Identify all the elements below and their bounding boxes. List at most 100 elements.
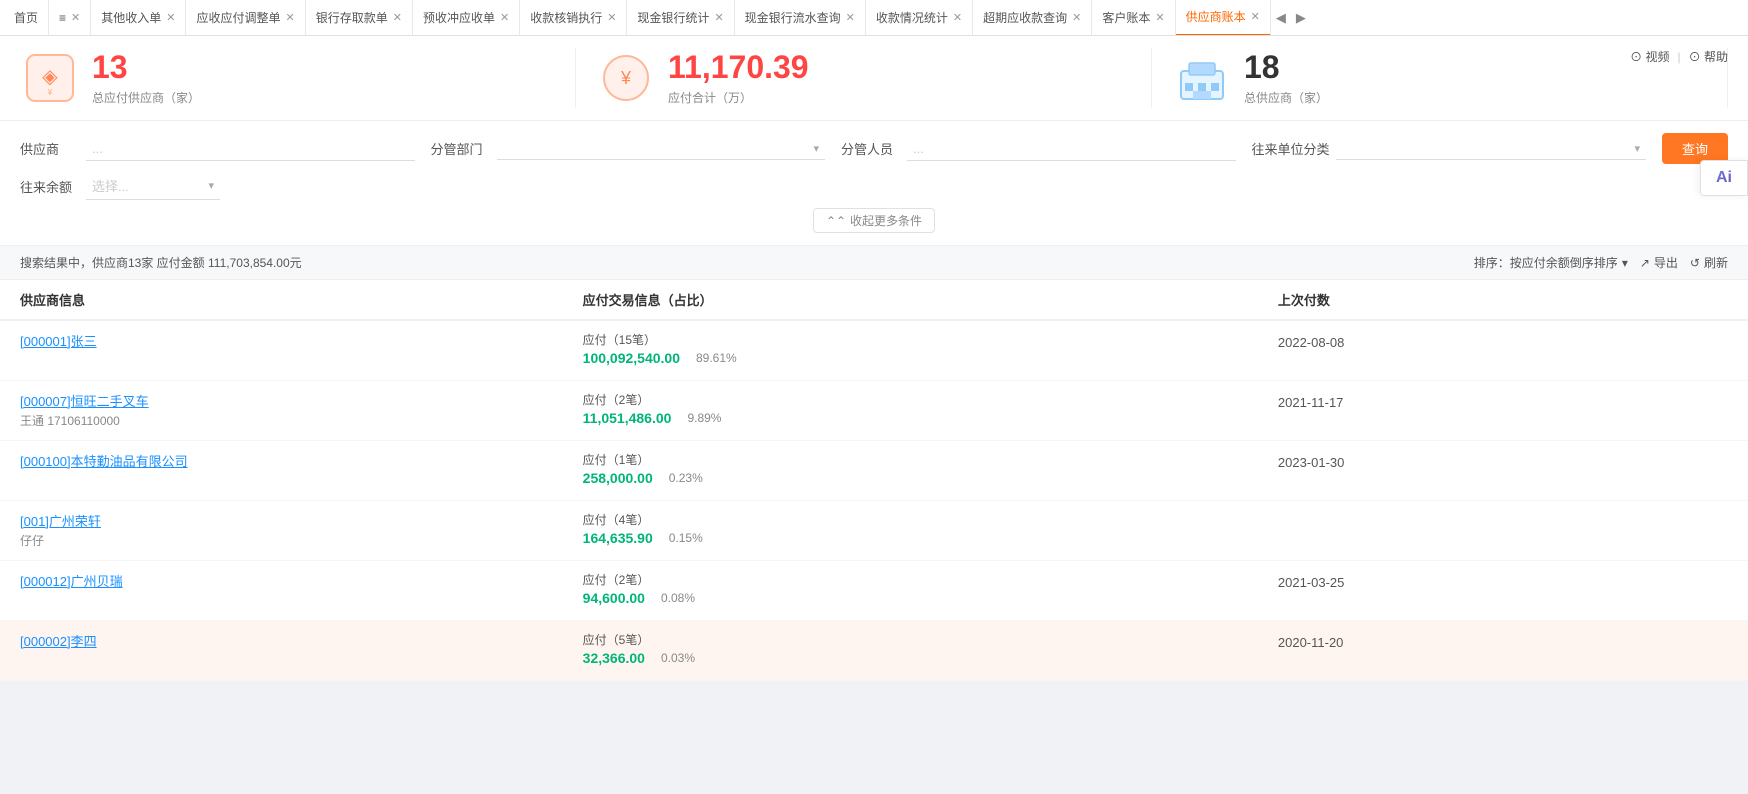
close-icon[interactable]: ✕ [71, 11, 80, 24]
close-icon[interactable]: ✕ [286, 11, 295, 24]
dept-select[interactable]: ▾ [497, 138, 826, 160]
ap-amount-info: 11,170.39 应付合计（万） [668, 50, 809, 106]
help-link[interactable]: ⊙ 帮助 [1689, 48, 1728, 65]
svg-text:¥: ¥ [47, 88, 53, 97]
sort-label: 排序：按应付余额倒序排序 [1474, 254, 1618, 271]
supplier-sub: 仔仔 [20, 532, 583, 549]
close-icon[interactable]: ✕ [607, 11, 616, 24]
balance-select[interactable]: 选择... ▾ [86, 172, 220, 200]
supplier-link[interactable]: [000002]李四 [20, 634, 97, 649]
trans-amount: 258,000.00 [583, 470, 653, 486]
trans-amount: 32,366.00 [583, 650, 645, 666]
transaction-cell: 应付（15笔） 100,092,540.00 89.61% [583, 331, 1258, 366]
svg-text:¥: ¥ [620, 68, 632, 88]
nav-tab-collection-stats[interactable]: 收款情况统计 ✕ [866, 0, 973, 36]
supplier-cell: [000100]本特勤油品有限公司 [20, 451, 583, 470]
trans-pct: 89.61% [696, 351, 737, 365]
ap-amount-icon: ¥ [596, 48, 656, 108]
table-row: [000007]恒旺二手叉车 王通 17106110000 应付（2笔） 11,… [0, 381, 1748, 441]
trans-label: 应付（4笔） [583, 511, 1258, 528]
chevron-down-icon: ▾ [1622, 256, 1628, 270]
supplier-link[interactable]: [000007]恒旺二手叉车 [20, 394, 149, 409]
trans-label: 应付（1笔） [583, 451, 1258, 468]
nav-prev-arrow[interactable]: ◀ [1271, 0, 1291, 36]
filter-unit-type: 往来单位分类 ▾ [1252, 138, 1647, 160]
trans-pct: 0.08% [661, 591, 695, 605]
ap-suppliers-number: 13 [92, 50, 200, 85]
top-nav: 首页 ≡ ✕ 其他收入单 ✕ 应收应付调整单 ✕ 银行存取款单 ✕ 预收冲应收单… [0, 0, 1748, 36]
chevron-down-icon: ▾ [208, 179, 214, 192]
collapse-row: ⌃⌃ 收起更多条件 [20, 208, 1728, 233]
nav-tab-supplier[interactable]: 供应商账本 ✕ [1176, 0, 1271, 36]
trans-label: 应付（2笔） [583, 391, 1258, 408]
video-link[interactable]: ⊙ 视频 [1630, 48, 1669, 65]
refresh-icon: ↺ [1690, 256, 1700, 270]
nav-tab-cash-bank-flow[interactable]: 现金银行流水查询 ✕ [735, 0, 866, 36]
table-row: [001]广州荣轩 仔仔 应付（4笔） 164,635.90 0.15% [0, 501, 1748, 561]
supplier-link[interactable]: [001]广州荣轩 [20, 514, 101, 529]
close-icon[interactable]: ✕ [393, 11, 402, 24]
nav-tab-advance[interactable]: 预收冲应收单 ✕ [413, 0, 520, 36]
total-suppliers-number: 18 [1244, 50, 1328, 85]
collapse-button[interactable]: ⌃⌃ 收起更多条件 [813, 208, 935, 233]
sort-select[interactable]: 排序：按应付余额倒序排序 ▾ [1474, 254, 1628, 271]
nav-tab-customer[interactable]: 客户账本 ✕ [1092, 0, 1175, 36]
supplier-sub: 王通 17106110000 [20, 412, 583, 429]
filter-supplier: 供应商 [20, 137, 415, 161]
supplier-cell: [001]广州荣轩 仔仔 [20, 511, 583, 549]
supplier-cell: [000012]广州贝瑞 [20, 571, 583, 590]
nav-tab-cash-bank-stats[interactable]: 现金银行统计 ✕ [627, 0, 734, 36]
filter-row-1: 供应商 分管部门 ▾ 分管人员 往来单位分类 ▾ [20, 133, 1728, 164]
unit-type-select[interactable]: ▾ [1336, 138, 1646, 160]
trans-pct: 0.23% [669, 471, 703, 485]
last-payment-cell: 2022-08-08 [1258, 331, 1728, 350]
supplier-input[interactable] [86, 137, 415, 161]
supplier-cell: [000002]李四 [20, 631, 583, 650]
transaction-cell: 应付（5笔） 32,366.00 0.03% [583, 631, 1258, 666]
supplier-link[interactable]: [000100]本特勤油品有限公司 [20, 454, 188, 469]
close-icon[interactable]: ✕ [846, 11, 855, 24]
ap-suppliers-label: 总应付供应商（家） [92, 89, 200, 106]
close-icon[interactable]: ✕ [1155, 11, 1164, 24]
close-icon[interactable]: ✕ [714, 11, 723, 24]
supplier-link[interactable]: [000012]广州贝瑞 [20, 574, 123, 589]
nav-tab-collection[interactable]: 收款核销执行 ✕ [520, 0, 627, 36]
person-input[interactable] [907, 137, 1236, 161]
last-payment-cell: 2020-11-20 [1258, 631, 1728, 650]
result-bar: 搜索结果中，供应商13家 应付金额 111,703,854.00元 排序：按应付… [0, 246, 1748, 280]
close-icon[interactable]: ✕ [1251, 10, 1260, 23]
close-icon[interactable]: ✕ [500, 11, 509, 24]
nav-tab-other-income[interactable]: 其他收入单 ✕ [91, 0, 186, 36]
table-rows: [000001]张三 应付（15笔） 100,092,540.00 89.61%… [0, 321, 1748, 681]
trans-label: 应付（15笔） [583, 331, 1258, 348]
nav-tab-bank-deposit[interactable]: 银行存取款单 ✕ [306, 0, 413, 36]
trans-label: 应付（2笔） [583, 571, 1258, 588]
total-suppliers-info: 18 总供应商（家） [1244, 50, 1328, 106]
table-container: 供应商信息 应付交易信息（占比） 上次付数 [000001]张三 应付（15笔）… [0, 280, 1748, 681]
export-button[interactable]: ↗ 导出 [1640, 254, 1678, 271]
trans-amount: 100,092,540.00 [583, 350, 680, 366]
trans-pct: 0.03% [661, 651, 695, 665]
ai-button[interactable]: Ai [1716, 169, 1732, 187]
filter-person: 分管人员 [841, 137, 1236, 161]
refresh-button[interactable]: ↺ 刷新 [1690, 254, 1728, 271]
supplier-cell: [000007]恒旺二手叉车 王通 17106110000 [20, 391, 583, 429]
chevron-up-icon: ⌃⌃ [826, 214, 846, 228]
nav-tab-ap-adjustment[interactable]: 应收应付调整单 ✕ [186, 0, 305, 36]
nav-tab-home[interactable]: 首页 [4, 0, 49, 36]
nav-next-arrow[interactable]: ▶ [1291, 0, 1311, 36]
nav-tab-3[interactable]: ≡ ✕ [49, 0, 91, 36]
total-suppliers-label: 总供应商（家） [1244, 89, 1328, 106]
trans-amount: 164,635.90 [583, 530, 653, 546]
result-text: 搜索结果中，供应商13家 应付金额 111,703,854.00元 [20, 254, 302, 271]
total-suppliers-icon [1172, 48, 1232, 108]
supplier-link[interactable]: [000001]张三 [20, 334, 97, 349]
table-row: [000012]广州贝瑞 应付（2笔） 94,600.00 0.08% 2021… [0, 561, 1748, 621]
last-payment-cell: 2021-11-17 [1258, 391, 1728, 410]
close-icon[interactable]: ✕ [953, 11, 962, 24]
table-row: [000100]本特勤油品有限公司 应付（1笔） 258,000.00 0.23… [0, 441, 1748, 501]
close-icon[interactable]: ✕ [1072, 11, 1081, 24]
nav-tab-overdue[interactable]: 超期应收款查询 ✕ [973, 0, 1092, 36]
chevron-down-icon: ▾ [813, 142, 819, 155]
close-icon[interactable]: ✕ [166, 11, 175, 24]
